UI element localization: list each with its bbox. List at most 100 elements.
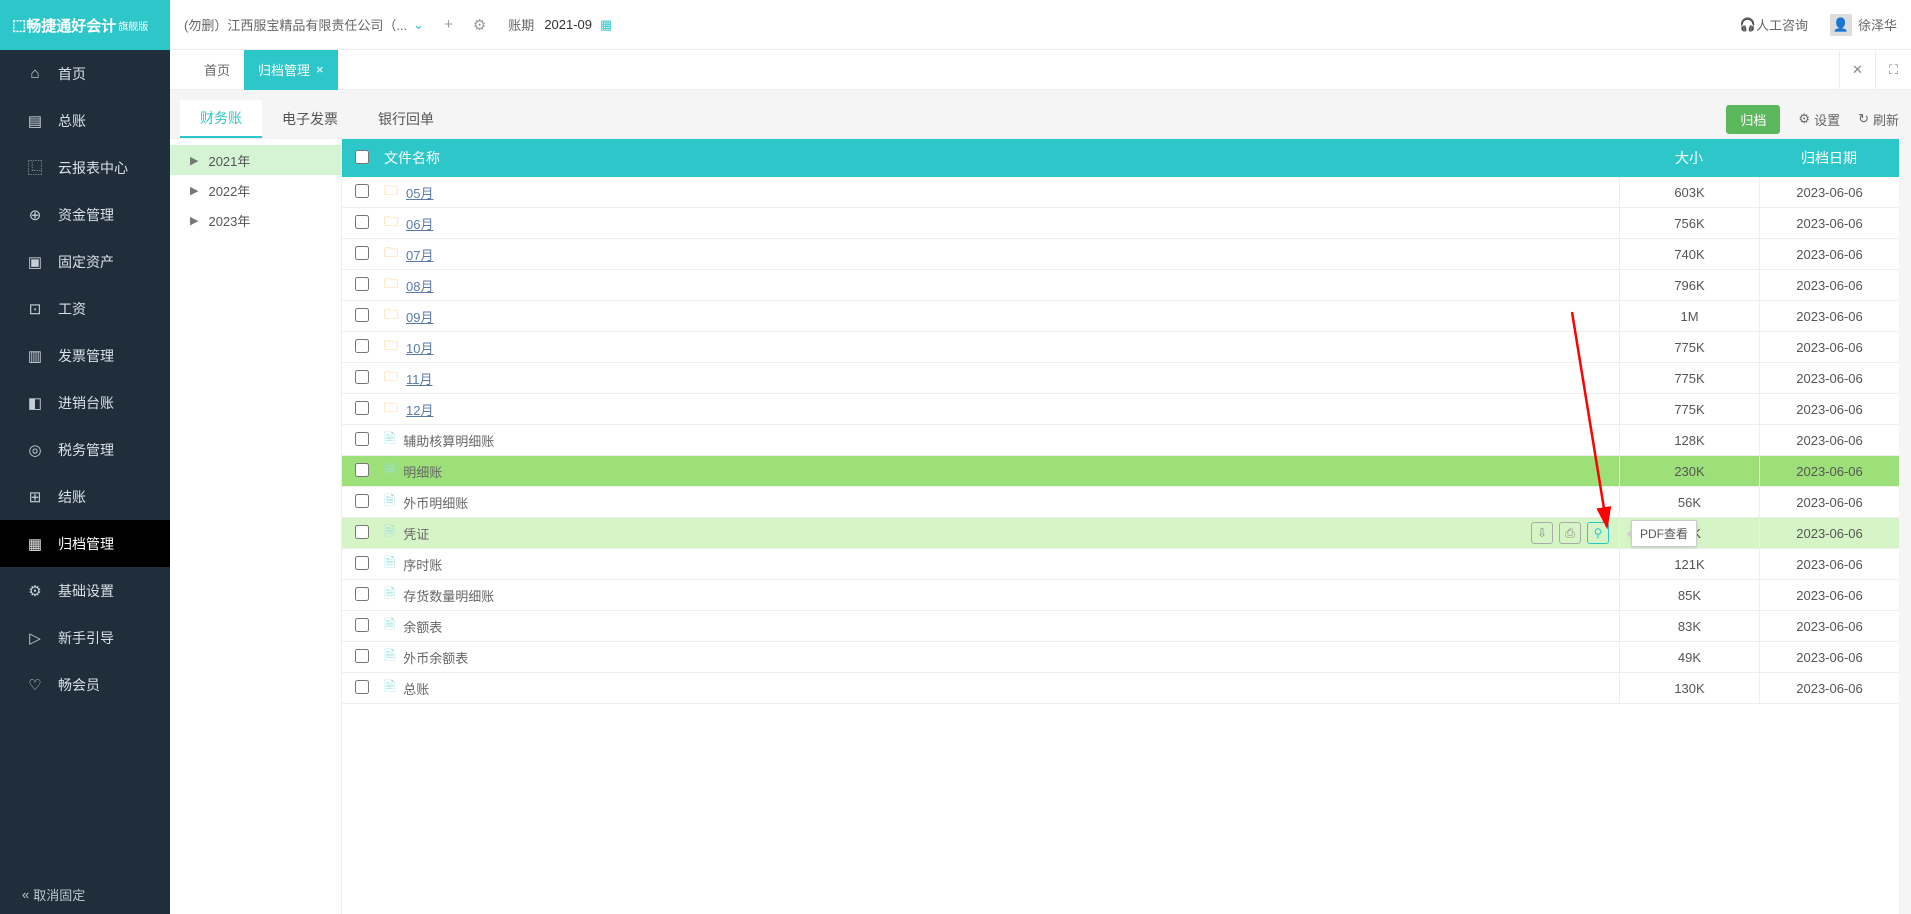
table-row[interactable]: 🗎余额表83K2023-06-06 — [342, 611, 1899, 642]
user-menu[interactable]: 👤 徐泽华 — [1830, 14, 1897, 36]
period-label: 账期 — [508, 15, 534, 34]
nav-item-12[interactable]: ▷新手引导 — [0, 614, 170, 661]
nav-item-13[interactable]: ♡畅会员 — [0, 661, 170, 708]
table-row[interactable]: 🗎外币明细账56K2023-06-06 — [342, 487, 1899, 518]
folder-icon: 🗀 — [384, 304, 398, 328]
nav-item-10[interactable]: ▦归档管理 — [0, 520, 170, 567]
gear-icon: ⚙ — [1798, 111, 1810, 127]
file-name[interactable]: 12月 — [406, 400, 433, 419]
nav-item-9[interactable]: ⊞结账 — [0, 473, 170, 520]
nav-item-4[interactable]: ▣固定资产 — [0, 238, 170, 285]
row-checkbox[interactable] — [355, 587, 369, 601]
table-header: 文件名称 大小 归档日期 — [342, 139, 1899, 177]
fullscreen-button[interactable]: ⛶ — [1875, 51, 1911, 89]
file-icon: 🗎 — [384, 490, 395, 514]
table-row[interactable]: 🗀05月603K2023-06-06 — [342, 177, 1899, 208]
year-item-2[interactable]: ▶2023年 — [170, 205, 341, 235]
add-icon[interactable]: + — [444, 16, 453, 33]
file-name: 总账 — [403, 679, 429, 698]
row-checkbox[interactable] — [355, 649, 369, 663]
file-name[interactable]: 07月 — [406, 245, 433, 264]
nav-icon: ◧ — [26, 394, 44, 412]
select-all-checkbox[interactable] — [355, 150, 369, 164]
row-checkbox[interactable] — [355, 277, 369, 291]
row-checkbox[interactable] — [355, 463, 369, 477]
nav-icon: ⌂ — [26, 65, 44, 82]
file-name[interactable]: 06月 — [406, 214, 433, 233]
nav-item-0[interactable]: ⌂首页 — [0, 50, 170, 97]
file-name[interactable]: 09月 — [406, 307, 433, 326]
table-row[interactable]: 🗎外币余额表49K2023-06-06 — [342, 642, 1899, 673]
row-checkbox[interactable] — [355, 680, 369, 694]
table-row[interactable]: 🗀09月1M2023-06-06 — [342, 301, 1899, 332]
sidebar-unpin[interactable]: « 取消固定 — [0, 874, 170, 914]
settings-top-icon[interactable]: ⚙ — [473, 16, 486, 34]
table-row[interactable]: 🗎辅助核算明细账128K2023-06-06 — [342, 425, 1899, 456]
company-dropdown-icon[interactable]: ⌄ — [413, 17, 424, 33]
year-item-0[interactable]: ▶2021年 — [170, 145, 341, 175]
tabs-close-button[interactable]: ✕ — [1839, 51, 1875, 89]
inner-tab-2[interactable]: 银行回单 — [358, 100, 454, 138]
row-checkbox[interactable] — [355, 618, 369, 632]
table-row[interactable]: 🗎存货数量明细账85K2023-06-06 — [342, 580, 1899, 611]
file-date: 2023-06-06 — [1759, 270, 1899, 300]
nav-item-5[interactable]: ⊡工资 — [0, 285, 170, 332]
calendar-icon[interactable]: ▦ — [600, 17, 612, 33]
file-name[interactable]: 05月 — [406, 183, 433, 202]
nav-item-6[interactable]: ▥发票管理 — [0, 332, 170, 379]
table-row[interactable]: 🗀12月775K2023-06-06 — [342, 394, 1899, 425]
row-checkbox[interactable] — [355, 432, 369, 446]
col-name: 文件名称 — [382, 148, 1619, 168]
inner-tab-0[interactable]: 财务账 — [180, 100, 262, 138]
inner-tab-1[interactable]: 电子发票 — [262, 100, 358, 138]
row-checkbox[interactable] — [355, 308, 369, 322]
row-checkbox[interactable] — [355, 246, 369, 260]
tab-home[interactable]: 首页 — [190, 50, 244, 90]
table-row[interactable]: 🗀10月775K2023-06-06 — [342, 332, 1899, 363]
file-name[interactable]: 08月 — [406, 276, 433, 295]
file-icon: 🗎 — [384, 614, 395, 638]
pdf-tooltip: PDF查看 — [1631, 520, 1697, 547]
table-row[interactable]: 🗎总账130K2023-06-06 — [342, 673, 1899, 704]
nav-item-7[interactable]: ◧进销台账 — [0, 379, 170, 426]
nav-item-1[interactable]: ▤总账 — [0, 97, 170, 144]
year-label: 2021年 — [208, 151, 250, 170]
row-checkbox[interactable] — [355, 370, 369, 384]
nav-item-8[interactable]: ◎税务管理 — [0, 426, 170, 473]
file-name: 辅助核算明细账 — [403, 431, 494, 450]
table-row[interactable]: 🗀08月796K2023-06-06 — [342, 270, 1899, 301]
support-link[interactable]: 🎧 人工咨询 — [1740, 15, 1808, 34]
refresh-link[interactable]: ↻ 刷新 — [1858, 110, 1899, 129]
file-name[interactable]: 10月 — [406, 338, 433, 357]
table-row[interactable]: 🗀07月740K2023-06-06 — [342, 239, 1899, 270]
row-checkbox[interactable] — [355, 215, 369, 229]
row-checkbox[interactable] — [355, 494, 369, 508]
tab-close-icon[interactable]: × — [316, 62, 324, 77]
download-icon[interactable]: ⇩ — [1531, 522, 1553, 544]
company-name[interactable]: (勿删）江西服宝精品有限责任公司（... — [184, 15, 407, 34]
table-row[interactable]: 🗎凭证⇩⎙⚲PDF查看33K2023-06-06 — [342, 518, 1899, 549]
tab-archive[interactable]: 归档管理 × — [244, 50, 338, 90]
settings-link[interactable]: ⚙ 设置 — [1798, 110, 1840, 129]
row-checkbox[interactable] — [355, 184, 369, 198]
row-checkbox[interactable] — [355, 556, 369, 570]
preview-icon[interactable]: ⚲ — [1587, 522, 1609, 544]
file-date: 2023-06-06 — [1759, 363, 1899, 393]
nav-item-3[interactable]: ⊕资金管理 — [0, 191, 170, 238]
row-checkbox[interactable] — [355, 339, 369, 353]
period-value[interactable]: 2021-09 — [544, 17, 592, 32]
table-row[interactable]: 🗀11月775K2023-06-06 — [342, 363, 1899, 394]
archive-button[interactable]: 归档 — [1726, 105, 1780, 134]
file-name[interactable]: 11月 — [406, 369, 433, 388]
row-checkbox[interactable] — [355, 401, 369, 415]
table-row[interactable]: 🗎序时账121K2023-06-06 — [342, 549, 1899, 580]
row-checkbox[interactable] — [355, 525, 369, 539]
nav-item-2[interactable]: ⿺云报表中心 — [0, 144, 170, 191]
table-row[interactable]: 🗀06月756K2023-06-06 — [342, 208, 1899, 239]
year-item-1[interactable]: ▶2022年 — [170, 175, 341, 205]
table-row[interactable]: 🗎明细账230K2023-06-06 — [342, 456, 1899, 487]
pdf-icon[interactable]: ⎙ — [1559, 522, 1581, 544]
nav-item-11[interactable]: ⚙基础设置 — [0, 567, 170, 614]
file-icon: 🗎 — [384, 583, 395, 607]
file-date: 2023-06-06 — [1759, 549, 1899, 579]
